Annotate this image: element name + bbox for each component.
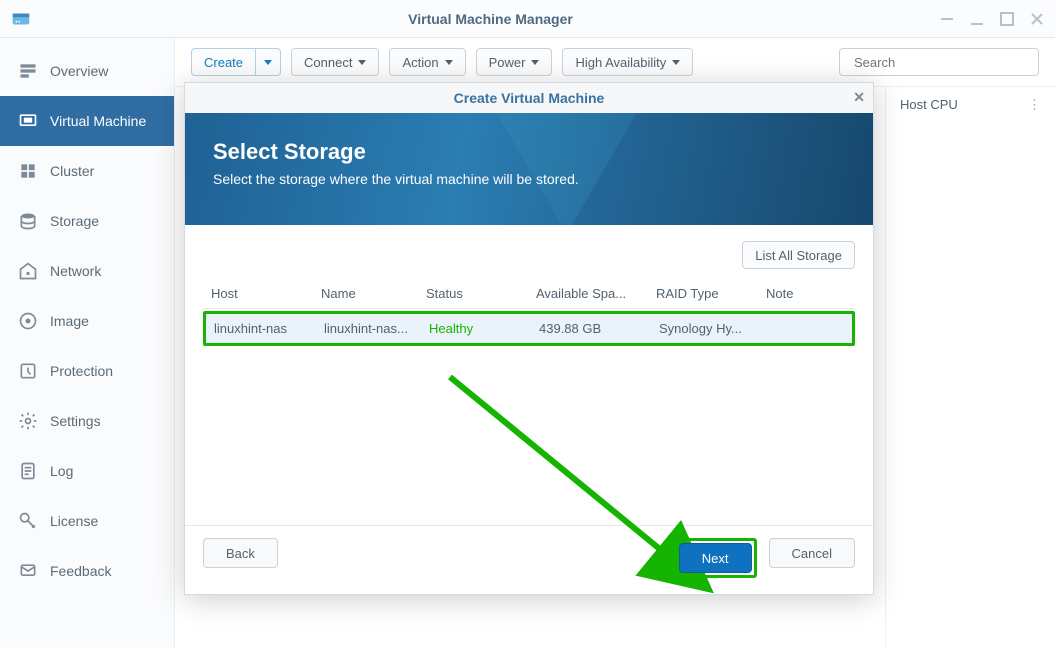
sidebar-item-label: Settings [50,413,101,429]
feedback-icon [18,561,38,581]
protection-icon [18,361,38,381]
sidebar-item-virtual-machine[interactable]: Virtual Machine [0,96,174,146]
col-name[interactable]: Name [313,279,418,308]
overview-icon [18,61,38,81]
sidebar-item-overview[interactable]: Overview [0,46,174,96]
sidebar-item-label: Virtual Machine [50,113,146,129]
connect-button[interactable]: Connect [291,48,379,76]
ha-button-label: High Availability [575,55,666,70]
col-host[interactable]: Host [203,279,313,308]
log-icon [18,461,38,481]
chevron-down-icon [264,60,272,65]
sidebar-item-label: Network [50,263,101,279]
more-icon[interactable]: ⋮ [1028,97,1041,638]
row-status: Healthy [421,314,531,343]
side-panel-title: Host CPU [900,97,958,638]
annotation-highlight: Next [674,538,757,578]
modal-heading: Select Storage [213,139,845,165]
search-input[interactable] [854,55,1030,70]
modal-footer: Back Next Cancel [185,525,873,594]
power-button-label: Power [489,55,526,70]
search-box[interactable] [839,48,1039,76]
action-button[interactable]: Action [389,48,465,76]
action-button-label: Action [402,55,438,70]
sidebar-item-log[interactable]: Log [0,446,174,496]
gear-icon [18,411,38,431]
toolbar: Create Connect Action Power High Availab… [175,38,1055,87]
sidebar-item-label: Feedback [50,563,111,579]
sidebar-item-image[interactable]: Image [0,296,174,346]
row-name: linuxhint-nas... [316,314,421,343]
power-button[interactable]: Power [476,48,553,76]
list-all-storage-button[interactable]: List All Storage [742,241,855,269]
sidebar-item-license[interactable]: License [0,496,174,546]
create-vm-modal: Create Virtual Machine ✕ Select Storage … [184,82,874,595]
row-host: linuxhint-nas [206,314,316,343]
next-button[interactable]: Next [679,543,752,573]
storage-table-header: Host Name Status Available Spa... RAID T… [203,279,855,309]
sidebar-item-cluster[interactable]: Cluster [0,146,174,196]
storage-icon [18,211,38,231]
sidebar-item-settings[interactable]: Settings [0,396,174,446]
app-title: Virtual Machine Manager [42,11,939,27]
sidebar-item-label: Storage [50,213,99,229]
chevron-down-icon [445,60,453,65]
maximize-icon[interactable] [999,11,1015,27]
help-icon[interactable] [939,11,955,27]
sidebar-item-feedback[interactable]: Feedback [0,546,174,596]
sidebar-item-label: Image [50,313,89,329]
create-button[interactable]: Create [191,48,281,76]
back-label: Back [226,546,255,561]
sidebar-item-storage[interactable]: Storage [0,196,174,246]
back-button[interactable]: Back [203,538,278,568]
image-icon [18,311,38,331]
cluster-icon [18,161,38,181]
cancel-button[interactable]: Cancel [769,538,855,568]
sidebar-item-label: Overview [50,63,108,79]
create-dropdown[interactable] [256,48,281,76]
chevron-down-icon [672,60,680,65]
modal-title-bar: Create Virtual Machine ✕ [185,83,873,113]
modal-close-icon[interactable]: ✕ [853,89,865,106]
create-button-label: Create [204,55,243,70]
high-availability-button[interactable]: High Availability [562,48,693,76]
col-raid[interactable]: RAID Type [648,279,758,308]
sidebar-item-label: Cluster [50,163,94,179]
chevron-down-icon [358,60,366,65]
sidebar-item-label: License [50,513,98,529]
col-available[interactable]: Available Spa... [528,279,648,308]
row-note [761,314,852,343]
row-raid: Synology Hy... [651,314,761,343]
storage-row[interactable]: linuxhint-nas linuxhint-nas... Healthy 4… [203,311,855,346]
minimize-icon[interactable] [969,11,985,27]
app-logo-icon [10,8,32,30]
modal-banner: Select Storage Select the storage where … [185,113,873,225]
close-icon[interactable] [1029,11,1045,27]
side-panel: Host CPU ⋮ [885,87,1055,648]
modal-subheading: Select the storage where the virtual mac… [213,171,845,187]
col-note[interactable]: Note [758,279,855,308]
title-bar: Virtual Machine Manager [0,0,1055,38]
sidebar-item-network[interactable]: Network [0,246,174,296]
list-all-label: List All Storage [755,248,842,263]
modal-title: Create Virtual Machine [454,90,605,106]
sidebar-item-label: Log [50,463,73,479]
cancel-label: Cancel [792,546,832,561]
connect-button-label: Connect [304,55,352,70]
vm-icon [18,111,38,131]
key-icon [18,511,38,531]
network-icon [18,261,38,281]
col-status[interactable]: Status [418,279,528,308]
row-available: 439.88 GB [531,314,651,343]
chevron-down-icon [531,60,539,65]
sidebar: Overview Virtual Machine Cluster Storage… [0,38,175,648]
sidebar-item-label: Protection [50,363,113,379]
next-label: Next [702,551,729,566]
sidebar-item-protection[interactable]: Protection [0,346,174,396]
